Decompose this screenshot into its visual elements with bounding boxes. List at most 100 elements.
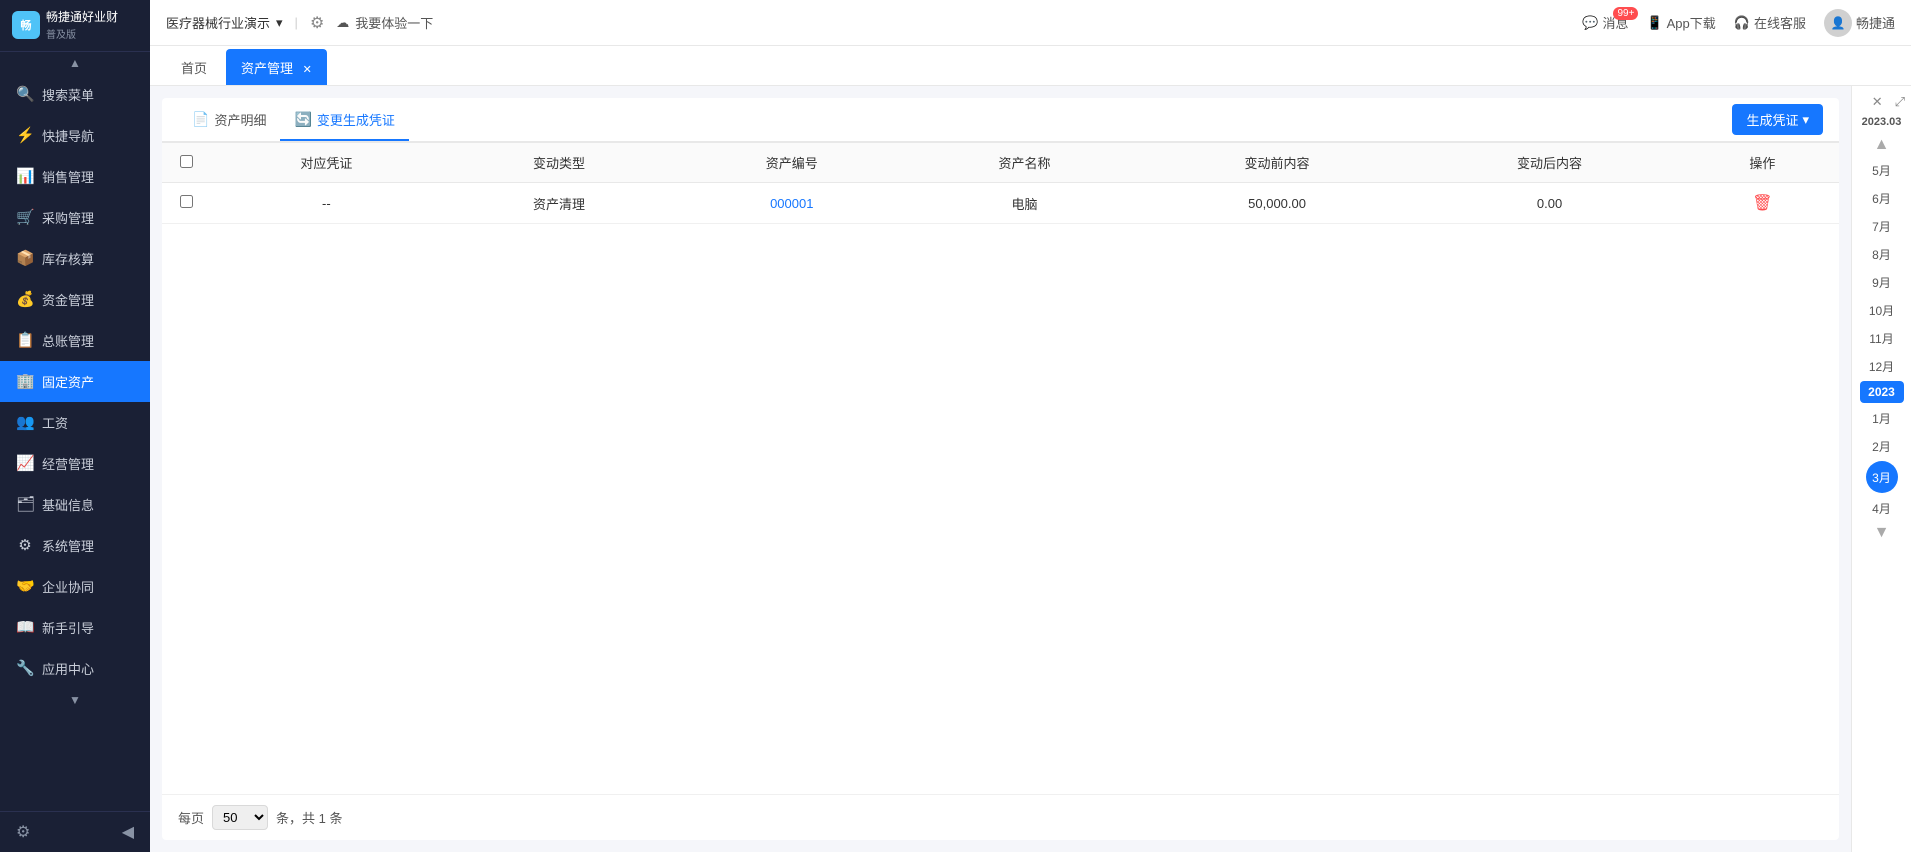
sub-tab-change-voucher[interactable]: 🔄 变更生成凭证	[280, 100, 408, 141]
cal-month-12[interactable]: 12月	[1860, 353, 1904, 379]
tab-home-label: 首页	[181, 61, 207, 76]
row-delete-button[interactable]: 🗑	[1752, 193, 1772, 213]
logo-sub: 普及版	[46, 26, 118, 41]
calendar-months: ▲ 5月 6月 7月 8月 9月 10月 11月 12月 2023 1月 2月 …	[1852, 134, 1911, 544]
purchase-icon: 🛒	[16, 208, 34, 226]
data-table: 对应凭证 变动类型 资产编号 资产名称 变动前内容 变动后内容 操作	[162, 142, 1839, 224]
sub-tab-asset-list-label: 资产明细	[214, 110, 266, 129]
sidebar-item-payroll-label: 工资	[42, 413, 68, 432]
sidebar-item-fixed-assets-label: 固定资产	[42, 372, 94, 391]
sidebar-item-basic-info[interactable]: 🗂 基础信息	[0, 484, 150, 525]
sidebar-item-sales[interactable]: 📊 销售管理	[0, 156, 150, 197]
sidebar-item-app-center[interactable]: 🔧 应用中心	[0, 648, 150, 689]
sidebar-item-guide[interactable]: 📖 新手引导	[0, 607, 150, 648]
tab-asset-mgmt-close[interactable]: ✕	[303, 64, 312, 76]
sidebar-item-inventory[interactable]: 📦 库存核算	[0, 238, 150, 279]
cal-month-8[interactable]: 8月	[1860, 241, 1904, 267]
calendar-prev-arrow[interactable]: ▲	[1874, 136, 1890, 154]
main-panel: 📄 资产明细 🔄 变更生成凭证 生成凭证 ▾	[162, 98, 1839, 840]
sidebar-item-enterprise[interactable]: 🤝 企业协同	[0, 566, 150, 607]
cal-month-11[interactable]: 11月	[1860, 325, 1904, 351]
experience-label: 我要体验一下	[355, 13, 433, 32]
table-row: -- 资产清理 000001 电脑 50,000.00 0.00 🗑	[162, 183, 1839, 224]
sidebar-item-sys-mgmt[interactable]: ⚙ 系统管理	[0, 525, 150, 566]
message-btn[interactable]: 💬 消息 99+	[1582, 13, 1628, 32]
sub-tab-change-voucher-label: 变更生成凭证	[317, 110, 395, 129]
cal-month-3[interactable]: 3月	[1866, 461, 1898, 493]
row-asset-code: 000001	[675, 183, 908, 224]
fund-icon: 💰	[16, 290, 34, 308]
sidebar-item-operations[interactable]: 📈 经营管理	[0, 443, 150, 484]
sidebar-item-ledger-label: 总账管理	[42, 331, 94, 350]
sidebar-item-payroll[interactable]: 👥 工资	[0, 402, 150, 443]
scroll-down-arrow[interactable]: ▼	[69, 693, 81, 707]
app-download-btn[interactable]: 📱 App下载	[1646, 13, 1715, 32]
cal-month-7[interactable]: 7月	[1860, 213, 1904, 239]
service-btn[interactable]: 🎧 在线客服	[1734, 13, 1806, 32]
topbar-gear-icon[interactable]: ⚙	[310, 13, 324, 33]
table-header-action: 操作	[1686, 143, 1839, 183]
total-label: 条，共 1 条	[276, 808, 342, 827]
cal-month-2[interactable]: 2月	[1860, 433, 1904, 459]
company-name: 医疗器械行业演示	[166, 13, 270, 32]
payroll-icon: 👥	[16, 413, 34, 431]
company-selector[interactable]: 医疗器械行业演示 ▾	[166, 13, 283, 32]
tab-home[interactable]: 首页	[166, 49, 222, 85]
sidebar-item-search-label: 搜索菜单	[42, 85, 94, 104]
scroll-up-arrow[interactable]: ▲	[69, 56, 81, 70]
sidebar-item-quick-nav[interactable]: ⚡ 快捷导航	[0, 115, 150, 156]
quick-nav-icon: ⚡	[16, 126, 34, 144]
select-all-checkbox[interactable]	[180, 155, 193, 168]
guide-icon: 📖	[16, 618, 34, 636]
sidebar-item-fixed-assets[interactable]: 🏢 固定资产	[0, 361, 150, 402]
logo-icon: 畅	[12, 11, 40, 39]
cal-month-1[interactable]: 1月	[1860, 405, 1904, 431]
inventory-icon: 📦	[16, 249, 34, 267]
sidebar-menu: ▲ 🔍 搜索菜单 ⚡ 快捷导航 📊 销售管理 🛒 采购管理 📦 库存核算 💰 资…	[0, 52, 150, 811]
sidebar-collapse-icon[interactable]: ◀	[122, 822, 134, 842]
calendar-expand-icon[interactable]: ⤢	[1889, 90, 1911, 114]
tab-asset-mgmt[interactable]: 资产管理 ✕	[226, 49, 327, 85]
pagination: 每页 50 10 20 100 条，共 1 条	[162, 794, 1839, 840]
row-change-type: 资产清理	[443, 183, 676, 224]
sub-tabs: 📄 资产明细 🔄 变更生成凭证 生成凭证 ▾	[162, 98, 1839, 142]
sidebar-item-search[interactable]: 🔍 搜索菜单	[0, 74, 150, 115]
calendar-close-icon[interactable]: ✕	[1866, 90, 1889, 114]
ledger-icon: 📋	[16, 331, 34, 349]
generate-voucher-button[interactable]: 生成凭证 ▾	[1732, 104, 1823, 135]
cal-month-9[interactable]: 9月	[1860, 269, 1904, 295]
experience-btn[interactable]: ☁ 我要体验一下	[336, 13, 433, 32]
cal-month-4[interactable]: 4月	[1860, 495, 1904, 521]
sub-tab-asset-list[interactable]: 📄 资产明细	[178, 100, 280, 141]
cal-month-10[interactable]: 10月	[1860, 297, 1904, 323]
cal-year-label[interactable]: 2023	[1860, 381, 1904, 403]
sidebar-bottom: ⚙ ◀	[0, 811, 150, 852]
sidebar-item-sales-label: 销售管理	[42, 167, 94, 186]
row-checkbox-cell	[162, 183, 210, 224]
row-asset-name: 电脑	[908, 183, 1141, 224]
per-page-label: 每页	[178, 808, 204, 827]
cal-month-5[interactable]: 5月	[1860, 157, 1904, 183]
calendar-next-arrow[interactable]: ▼	[1874, 524, 1890, 542]
app-label: App下载	[1667, 13, 1716, 32]
sidebar-item-purchase[interactable]: 🛒 采购管理	[0, 197, 150, 238]
panel-area: 📄 资产明细 🔄 变更生成凭证 生成凭证 ▾	[162, 98, 1839, 840]
sidebar-item-fund[interactable]: 💰 资金管理	[0, 279, 150, 320]
topbar-right: 💬 消息 99+ 📱 App下载 🎧 在线客服 👤 畅捷通	[1582, 9, 1895, 37]
cal-month-6[interactable]: 6月	[1860, 185, 1904, 211]
user-btn[interactable]: 👤 畅捷通	[1824, 9, 1895, 37]
sidebar-item-ledger[interactable]: 📋 总账管理	[0, 320, 150, 361]
sidebar-settings-icon[interactable]: ⚙	[16, 822, 30, 842]
user-avatar: 👤	[1824, 9, 1852, 37]
message-icon: 💬	[1582, 15, 1598, 31]
table-header-checkbox	[162, 143, 210, 183]
calendar-panel: ✕ ⤢ 2023.03 ▲ 5月 6月 7月 8月 9月 10月 11月 12月…	[1851, 86, 1911, 852]
enterprise-icon: 🤝	[16, 577, 34, 595]
tab-asset-mgmt-label: 资产管理	[241, 61, 293, 76]
row-checkbox[interactable]	[180, 195, 193, 208]
nav-tabs: 首页 资产管理 ✕	[150, 46, 1911, 86]
sidebar-item-sys-mgmt-label: 系统管理	[42, 536, 94, 555]
per-page-select[interactable]: 50 10 20 100	[212, 805, 268, 830]
app-center-icon: 🔧	[16, 659, 34, 677]
page-content: 📄 资产明细 🔄 变更生成凭证 生成凭证 ▾	[150, 86, 1911, 852]
